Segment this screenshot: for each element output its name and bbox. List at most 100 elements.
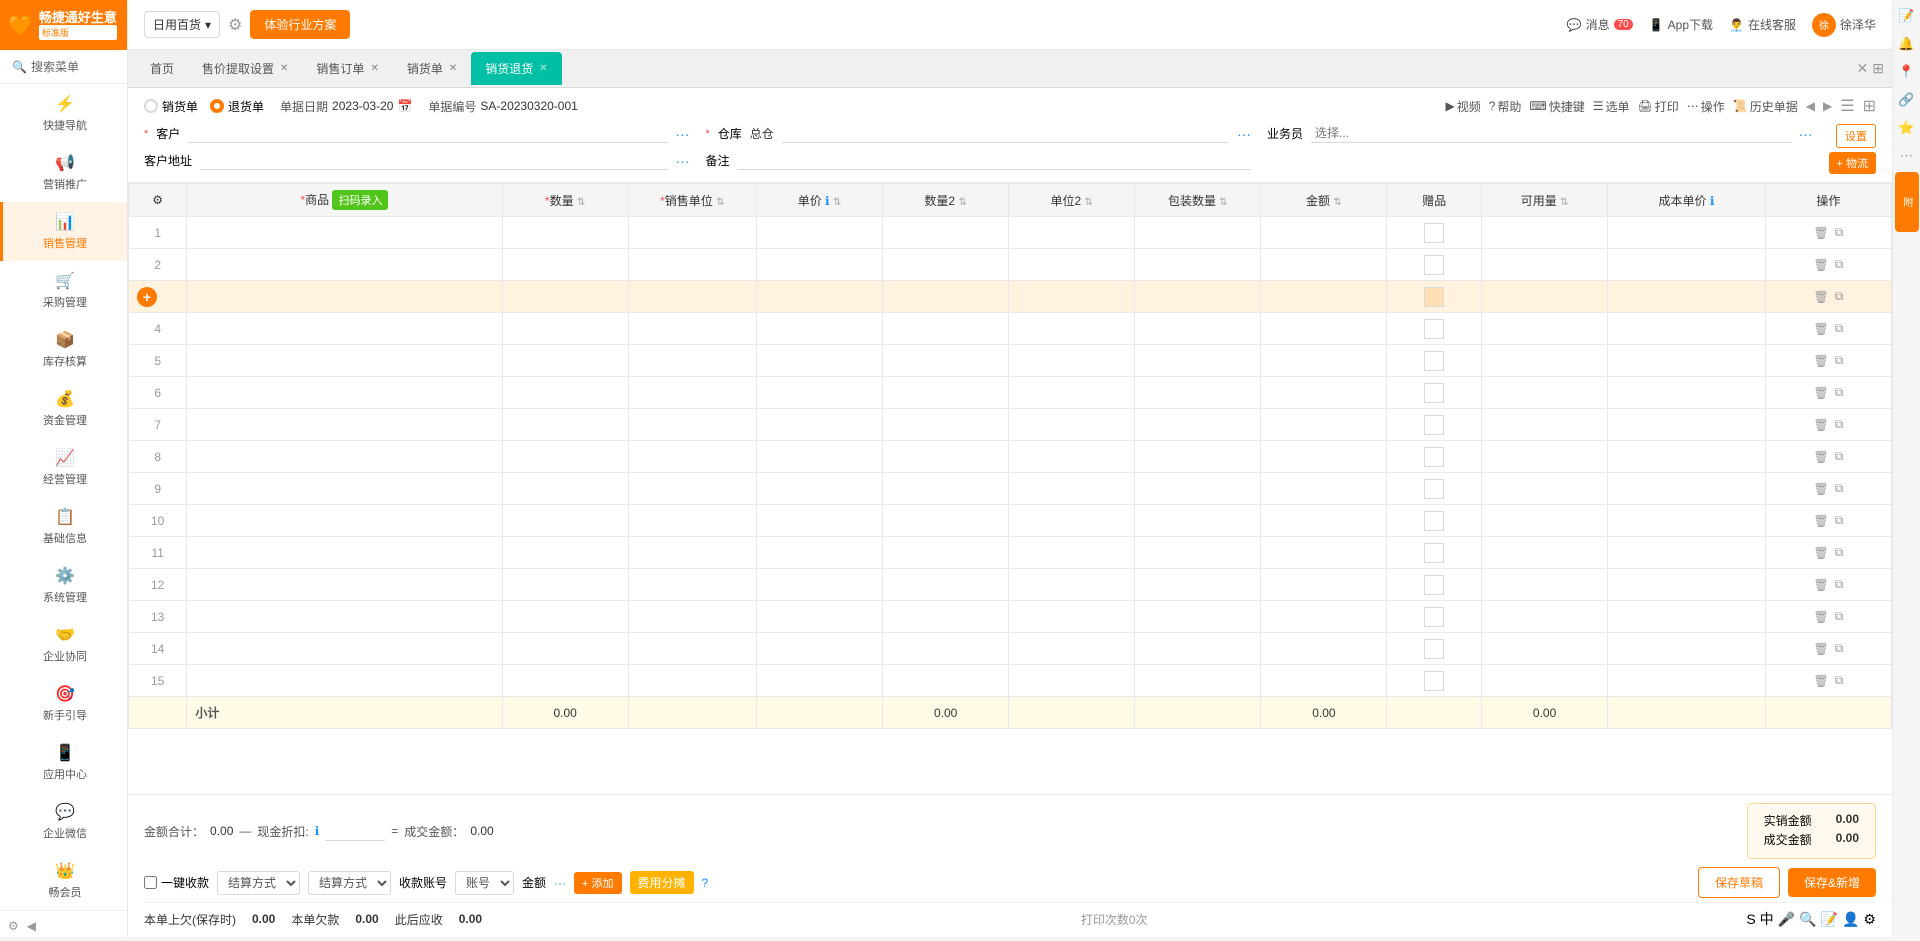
action-print[interactable]: 🖨 打印	[1638, 98, 1679, 115]
right-panel-link[interactable]: 🔗	[1895, 88, 1919, 112]
tab-close-all[interactable]: ✕	[1857, 60, 1869, 77]
fee-split-btn[interactable]: 费用分摊	[630, 871, 694, 894]
col-available-sort[interactable]: ⇅	[1560, 197, 1568, 208]
category-select[interactable]: 日用百货 ▾	[144, 11, 220, 38]
sidebar-item-newbie[interactable]: 🎯 新手引导	[0, 674, 127, 733]
row-2-amount[interactable]	[1261, 249, 1387, 281]
row-3-unit[interactable]	[628, 281, 756, 313]
discount-input[interactable]	[325, 822, 385, 841]
row-8-copy[interactable]: ⧉	[1835, 449, 1844, 464]
row-4-delete[interactable]: 🗑	[1813, 322, 1828, 336]
tab-sales-delivery[interactable]: 销货单 ✕	[393, 52, 471, 85]
user-profile[interactable]: 徐 徐泽华	[1812, 13, 1876, 37]
date-picker-icon[interactable]: 📅	[397, 99, 412, 113]
row-7-copy[interactable]: ⧉	[1835, 417, 1844, 432]
tab-sales-delivery-close[interactable]: ✕	[449, 63, 457, 74]
remark-input[interactable]	[738, 151, 1251, 170]
warehouse-input[interactable]	[782, 124, 1229, 143]
col-settings[interactable]: ⚙	[129, 184, 187, 217]
row-1-copy-icon[interactable]: ⧉	[1835, 225, 1844, 240]
row-2-unit[interactable]	[628, 249, 756, 281]
row-1-pack[interactable]	[1135, 217, 1261, 249]
account-select[interactable]: 账号	[455, 871, 514, 895]
row-14-delete[interactable]: 🗑	[1813, 642, 1828, 656]
message-btn[interactable]: 💬 消息 70	[1567, 16, 1633, 33]
row-4-copy[interactable]: ⧉	[1835, 321, 1844, 336]
sidebar-item-shortcut[interactable]: ⚡ 快捷导航	[0, 84, 127, 143]
row-10-gift-check[interactable]	[1424, 511, 1444, 531]
scan-enter-btn[interactable]: 扫码录入	[332, 190, 388, 210]
row-3-add[interactable]: +	[129, 281, 187, 313]
row-3-product[interactable]	[187, 281, 502, 313]
row-13-gift-check[interactable]	[1424, 607, 1444, 627]
sidebar-item-operation[interactable]: 📈 经营管理	[0, 438, 127, 497]
tab-sales-return[interactable]: 销货退货 ✕	[471, 52, 561, 85]
row-14-copy[interactable]: ⧉	[1835, 641, 1844, 656]
action-select[interactable]: ☰ 选单	[1593, 98, 1630, 115]
action-shortcut[interactable]: ⌨ 快捷键	[1529, 98, 1584, 115]
sidebar-search[interactable]: 🔍 搜索菜单	[0, 50, 127, 84]
row-1-product[interactable]	[187, 217, 502, 249]
row-1-price[interactable]	[756, 217, 882, 249]
sidebar-item-purchase[interactable]: 🛒 采购管理	[0, 261, 127, 320]
calc-method-select[interactable]: 结算方式	[308, 871, 391, 895]
row-12-delete[interactable]: 🗑	[1813, 578, 1828, 592]
row-3-available[interactable]	[1482, 281, 1608, 313]
add-payment-btn[interactable]: + 添加	[574, 872, 621, 894]
row-2-qty[interactable]	[502, 249, 628, 281]
row-15-copy[interactable]: ⧉	[1835, 673, 1844, 688]
col-unit2-sort[interactable]: ⇅	[1085, 197, 1093, 208]
tab-menu[interactable]: ⊞	[1872, 60, 1884, 77]
right-panel-map[interactable]: 📍	[1895, 60, 1919, 84]
sidebar-item-sales[interactable]: 📊 销售管理	[0, 202, 127, 261]
next-doc-icon[interactable]: ▶	[1823, 99, 1832, 113]
app-download-btn[interactable]: 📱 App下载	[1649, 16, 1713, 33]
row-3-product-input[interactable]	[195, 290, 493, 304]
action-history[interactable]: 📜 历史单据	[1733, 98, 1798, 115]
row-2-unit2[interactable]	[1009, 249, 1135, 281]
col-pack-sort[interactable]: ⇅	[1219, 197, 1227, 208]
row-6-gift-check[interactable]	[1424, 383, 1444, 403]
row-2-cost[interactable]	[1608, 249, 1766, 281]
row-1-amount[interactable]	[1261, 217, 1387, 249]
one-key-payment-check[interactable]: 一键收款	[144, 874, 209, 891]
row-1-gift-check[interactable]	[1424, 223, 1444, 243]
row-4-gift-check[interactable]	[1424, 319, 1444, 339]
row-2-price[interactable]	[756, 249, 882, 281]
row-3-qty[interactable]	[502, 281, 628, 313]
row-2-delete-icon[interactable]: 🗑	[1813, 258, 1828, 272]
settings-btn[interactable]: 设置	[1836, 124, 1876, 148]
row-3-copy-icon[interactable]: ⧉	[1835, 289, 1844, 304]
col-qty-sort[interactable]: ⇅	[577, 197, 585, 208]
sidebar-item-inventory[interactable]: 📦 库存核算	[0, 320, 127, 379]
col-qty2-sort[interactable]: ⇅	[958, 197, 966, 208]
row-5-delete[interactable]: 🗑	[1813, 354, 1828, 368]
online-service-btn[interactable]: 👨‍💼 在线客服	[1729, 16, 1796, 33]
sidebar-collapse-icon[interactable]: ◀	[27, 919, 36, 933]
row-11-delete[interactable]: 🗑	[1813, 546, 1828, 560]
salesperson-picker-icon[interactable]: ···	[1799, 126, 1813, 142]
prev-doc-icon[interactable]: ◀	[1806, 99, 1815, 113]
salesperson-input[interactable]	[1311, 124, 1790, 143]
action-video[interactable]: ▶ 视频	[1445, 98, 1480, 115]
row-3-amount[interactable]	[1261, 281, 1387, 313]
row-10-copy[interactable]: ⧉	[1835, 513, 1844, 528]
row-7-gift-check[interactable]	[1424, 415, 1444, 435]
radio-return[interactable]: 退货单	[210, 98, 264, 115]
sidebar-item-marketing[interactable]: 📢 营销推广	[0, 143, 127, 202]
tab-sales-order[interactable]: 销售订单 ✕	[302, 52, 392, 85]
view-grid-icon[interactable]: ⊞	[1863, 96, 1876, 116]
row-2-qty2[interactable]	[883, 249, 1009, 281]
row-2-available[interactable]	[1482, 249, 1608, 281]
col-amount-sort[interactable]: ⇅	[1333, 197, 1341, 208]
row-1-unit2[interactable]	[1009, 217, 1135, 249]
customer-input[interactable]	[188, 124, 667, 143]
tab-price-setup-close[interactable]: ✕	[280, 63, 288, 74]
row-2-gift-check[interactable]	[1424, 255, 1444, 275]
row-10-delete[interactable]: 🗑	[1813, 514, 1828, 528]
row-1-qty2[interactable]	[883, 217, 1009, 249]
add-row-btn[interactable]: +	[137, 287, 157, 307]
view-list-icon[interactable]: ☰	[1840, 96, 1854, 116]
sidebar-item-wechat[interactable]: 💬 企业微信	[0, 792, 127, 851]
row-9-gift-check[interactable]	[1424, 479, 1444, 499]
